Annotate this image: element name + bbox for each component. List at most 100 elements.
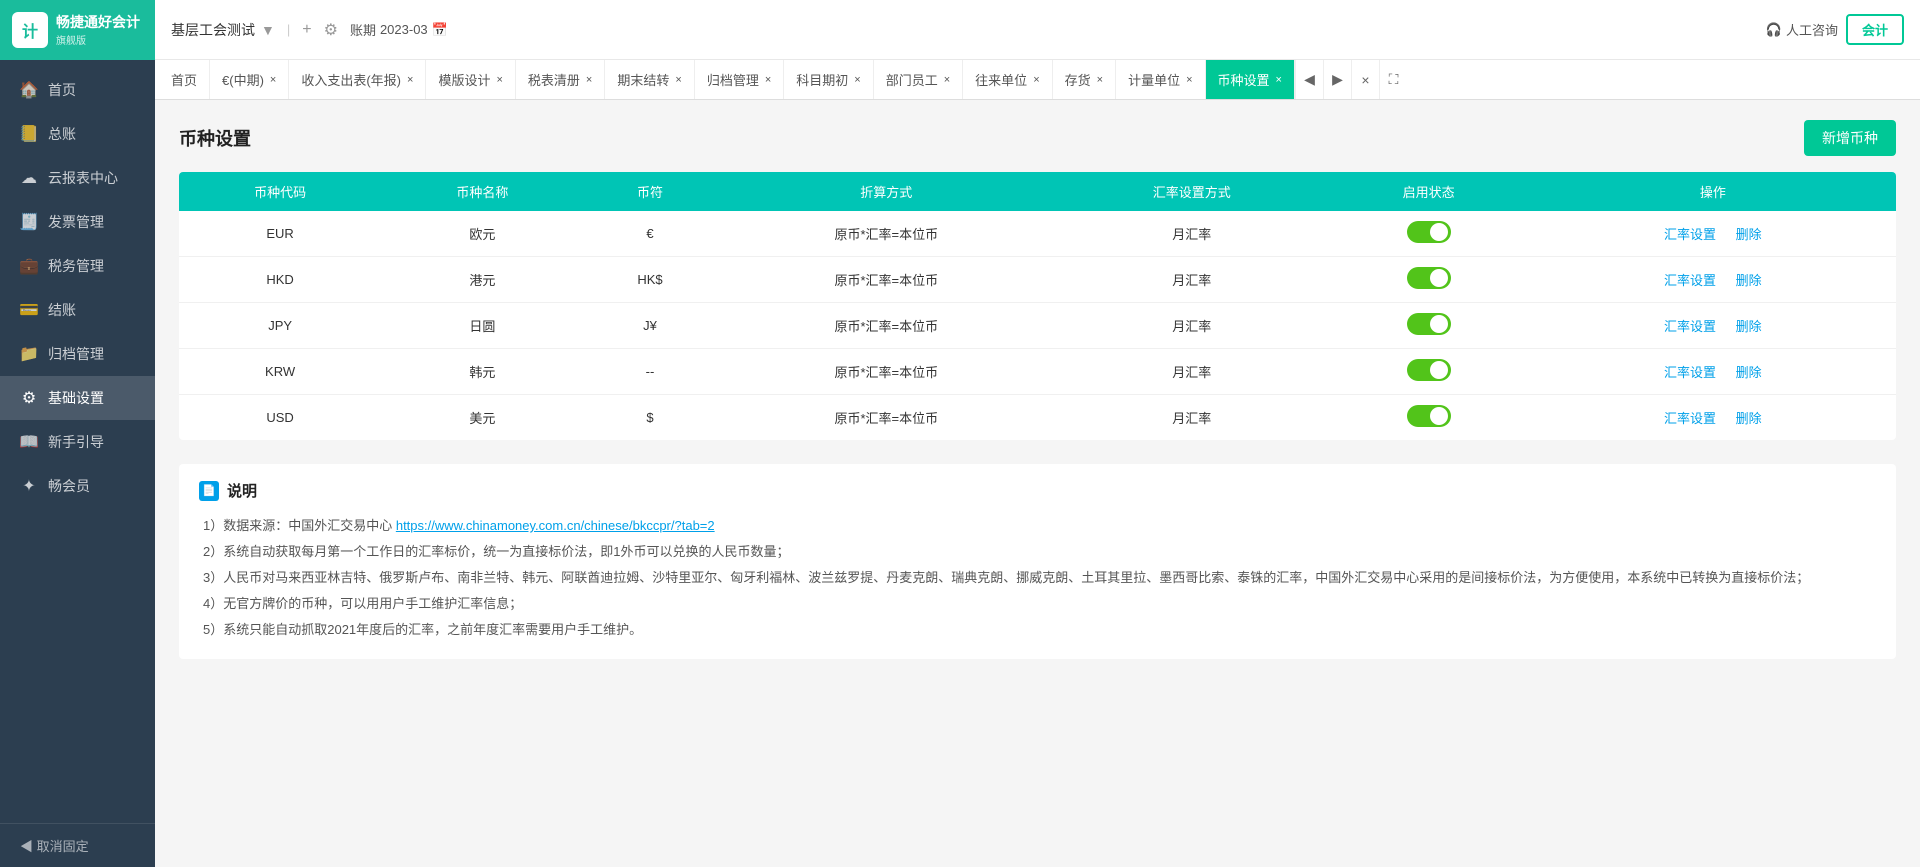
delete-3[interactable]: 删除 [1736,365,1762,380]
cell-symbol-2: J¥ [583,303,716,349]
toggle-3[interactable] [1407,359,1451,381]
delete-2[interactable]: 删除 [1736,319,1762,334]
rate-setting-2[interactable]: 汇率设置 [1664,319,1716,334]
consult-button[interactable]: 🎧 人工咨询 [1766,20,1838,39]
cell-symbol-3: -- [583,349,716,395]
tab-subject[interactable]: 科目期初 × [784,60,873,100]
tab-inventory-label: 存货 [1065,70,1091,89]
add-org-btn[interactable]: + [302,21,311,39]
tab-inventory[interactable]: 存货 × [1053,60,1116,100]
main-area: 基层工会测试 ▼ | + ⚙ 账期 2023-03 📅 🎧 人工咨询 会计 首页… [155,0,1920,867]
sidebar-item-settlement[interactable]: 💳 结账 [0,288,155,332]
tab-fullscreen[interactable]: ⛶ [1379,60,1407,100]
calendar-icon[interactable]: 📅 [432,22,448,38]
tab-currency[interactable]: 币种设置 × [1206,60,1295,100]
cell-calc-4: 原币*汇率=本位币 [716,395,1056,441]
sidebar-item-member[interactable]: ✦ 畅会员 [0,464,155,508]
tab-nav-next[interactable]: ▶ [1323,60,1351,100]
rate-setting-3[interactable]: 汇率设置 [1664,365,1716,380]
tab-template-close[interactable]: × [496,74,502,86]
toggle-1[interactable] [1407,267,1451,289]
tab-archive[interactable]: 归档管理 × [695,60,784,100]
sidebar-item-ledger[interactable]: 📒 总账 [0,112,155,156]
cell-calc-1: 原币*汇率=本位币 [716,257,1056,303]
settings-icon[interactable]: ⚙ [324,20,338,40]
toggle-2[interactable] [1407,313,1451,335]
cell-status-2 [1327,303,1529,349]
currency-table: 币种代码 币种名称 币符 折算方式 汇率设置方式 启用状态 操作 EUR 欧元 … [179,172,1896,440]
org-selector[interactable]: 基层工会测试 ▼ [171,20,275,40]
cell-calc-3: 原币*汇率=本位币 [716,349,1056,395]
basic-icon: ⚙ [20,389,38,407]
sidebar-item-invoice[interactable]: 🧾 发票管理 [0,200,155,244]
tab-unit-label: 计量单位 [1128,70,1180,89]
tab-unit[interactable]: 计量单位 × [1116,60,1205,100]
delete-4[interactable]: 删除 [1736,411,1762,426]
tab-template[interactable]: 模版设计 × [426,60,515,100]
col-calc: 折算方式 [716,172,1056,211]
delete-0[interactable]: 删除 [1736,227,1762,242]
tab-mid-label: €(中期) [222,70,264,89]
table-row: JPY 日圆 J¥ 原币*汇率=本位币 月汇率 汇率设置 删除 [179,303,1896,349]
consult-label: 人工咨询 [1786,20,1838,39]
new-currency-button[interactable]: 新增币种 [1804,120,1896,156]
tab-inventory-close[interactable]: × [1097,74,1103,86]
tab-close-all[interactable]: × [1351,60,1379,100]
col-action: 操作 [1530,172,1896,211]
tab-tax-close[interactable]: × [586,74,592,86]
reports-icon: ☁ [20,169,38,187]
tab-partner[interactable]: 往来单位 × [963,60,1052,100]
tab-dept[interactable]: 部门员工 × [874,60,963,100]
tab-income-close[interactable]: × [407,74,413,86]
sidebar-item-tax[interactable]: 💼 税务管理 [0,244,155,288]
notes-link[interactable]: https://www.chinamoney.com.cn/chinese/bk… [396,518,715,533]
sidebar-pin-toggle[interactable]: ◀ 取消固定 [0,823,155,867]
tab-partner-close[interactable]: × [1033,74,1039,86]
rate-setting-1[interactable]: 汇率设置 [1664,273,1716,288]
sidebar-item-home-label: 首页 [48,80,76,100]
header-divider-1: | [287,22,290,37]
delete-1[interactable]: 删除 [1736,273,1762,288]
sidebar-item-guide[interactable]: 📖 新手引导 [0,420,155,464]
cell-action-1: 汇率设置 删除 [1530,257,1896,303]
tab-mid[interactable]: €(中期) × [210,60,289,100]
tabs-bar: 首页 €(中期) × 收入支出表(年报) × 模版设计 × 税表清册 × 期末结… [155,60,1920,100]
home-icon: 🏠 [20,81,38,99]
rate-setting-0[interactable]: 汇率设置 [1664,227,1716,242]
tab-tax[interactable]: 税表清册 × [516,60,605,100]
cell-symbol-0: € [583,211,716,257]
sidebar-item-reports[interactable]: ☁ 云报表中心 [0,156,155,200]
cell-calc-0: 原币*汇率=本位币 [716,211,1056,257]
tab-dept-close[interactable]: × [944,74,950,86]
tab-income[interactable]: 收入支出表(年报) × [289,60,426,100]
tab-period-end-close[interactable]: × [675,74,681,86]
notes-title-area: 📄 说明 [199,480,1876,501]
tab-period-end[interactable]: 期末结转 × [605,60,694,100]
tab-home[interactable]: 首页 [159,60,210,100]
account-button[interactable]: 会计 [1846,14,1904,45]
cell-symbol-4: $ [583,395,716,441]
tab-nav-prev[interactable]: ◀ [1295,60,1323,100]
page-content: 币种设置 新增币种 币种代码 币种名称 币符 折算方式 汇率设置方式 启用状态 … [155,100,1920,867]
rate-setting-4[interactable]: 汇率设置 [1664,411,1716,426]
sidebar-item-archive[interactable]: 📁 归档管理 [0,332,155,376]
tab-partner-label: 往来单位 [975,70,1027,89]
notes-icon: 📄 [199,481,219,501]
cell-code-1: HKD [179,257,381,303]
tab-currency-close[interactable]: × [1276,74,1282,86]
toggle-4[interactable] [1407,405,1451,427]
col-symbol: 币符 [583,172,716,211]
toggle-0[interactable] [1407,221,1451,243]
settlement-icon: 💳 [20,301,38,319]
col-code: 币种代码 [179,172,381,211]
cell-code-2: JPY [179,303,381,349]
sidebar-item-basic[interactable]: ⚙ 基础设置 [0,376,155,420]
org-dropdown-icon: ▼ [261,22,275,38]
page-header: 币种设置 新增币种 [179,120,1896,156]
tab-archive-close[interactable]: × [765,74,771,86]
notes-title-label: 说明 [227,480,257,501]
tab-unit-close[interactable]: × [1186,74,1192,86]
tab-mid-close[interactable]: × [270,74,276,86]
tab-subject-close[interactable]: × [854,74,860,86]
sidebar-item-home[interactable]: 🏠 首页 [0,68,155,112]
